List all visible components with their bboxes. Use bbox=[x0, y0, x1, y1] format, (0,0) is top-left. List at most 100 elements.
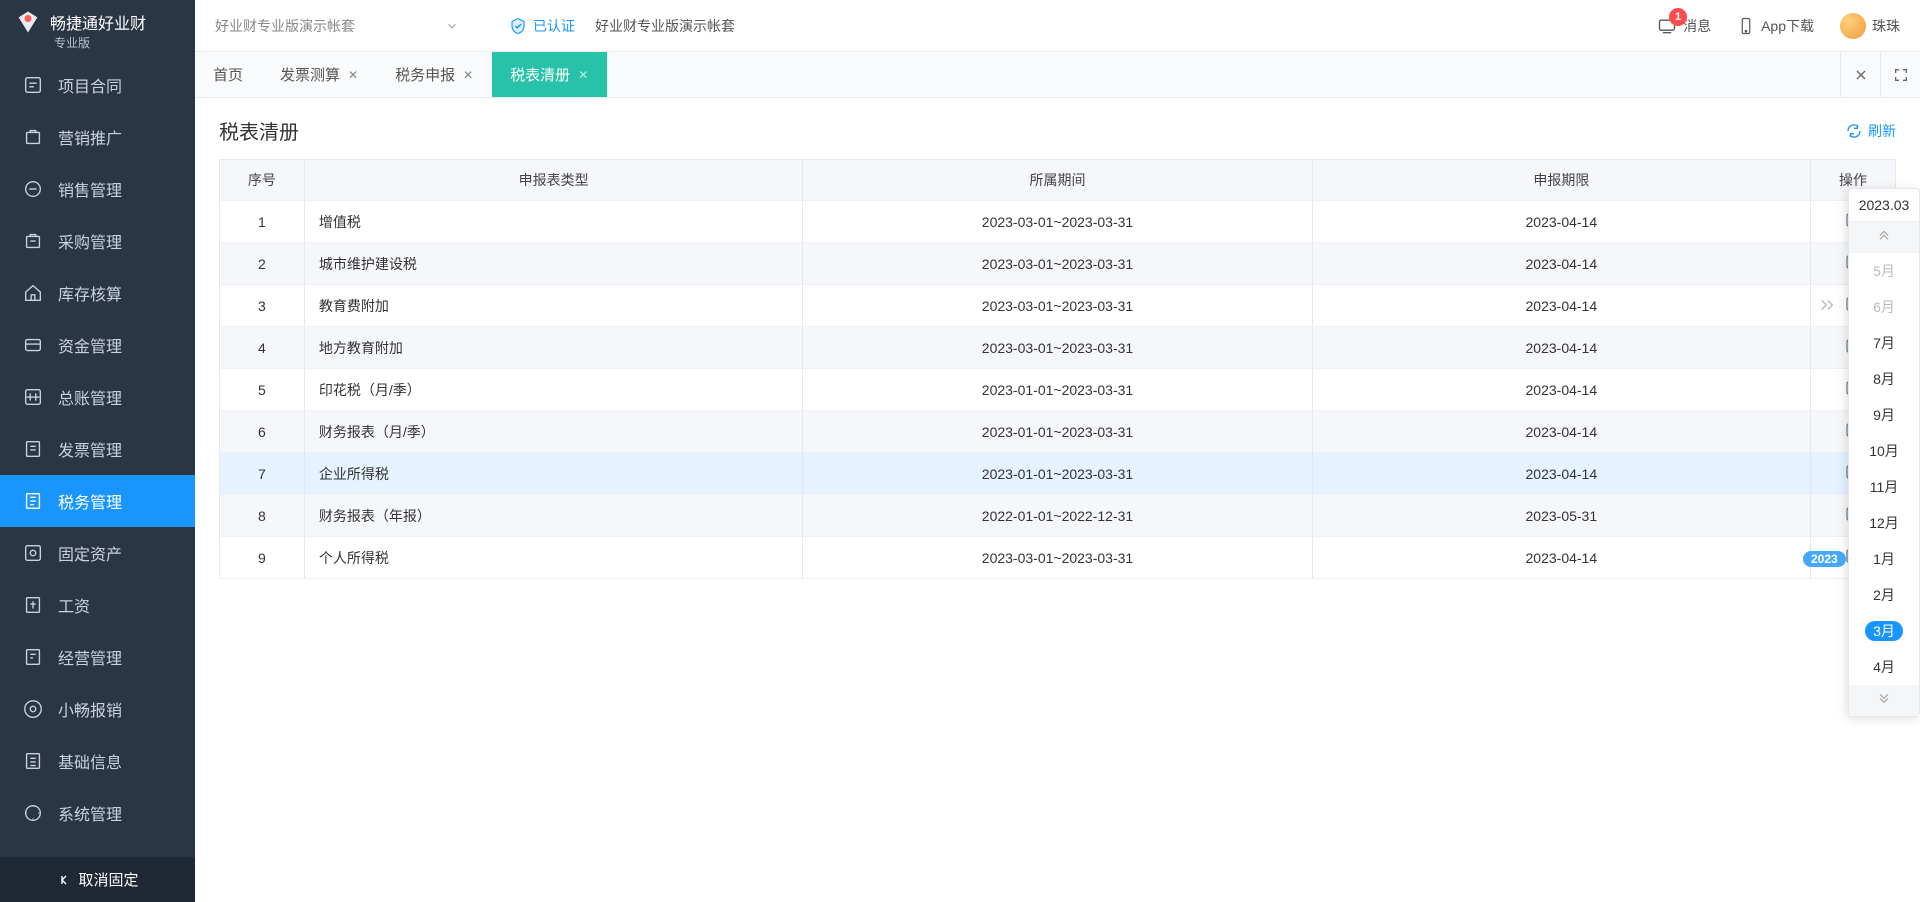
table-row[interactable]: 8财务报表（年报）2022-01-01~2022-12-312023-05-31 bbox=[220, 495, 1896, 537]
period-prev-button[interactable] bbox=[1849, 222, 1919, 253]
user-menu[interactable]: 珠珠 bbox=[1840, 13, 1900, 39]
refresh-button[interactable]: 刷新 bbox=[1846, 121, 1896, 141]
table-row[interactable]: 2城市维护建设税2023-03-01~2023-03-312023-04-14 bbox=[220, 243, 1896, 285]
cell-period: 2023-03-01~2023-03-31 bbox=[803, 201, 1312, 243]
sidebar-item-6[interactable]: 总账管理 bbox=[0, 371, 195, 423]
tab-close-icon[interactable]: ✕ bbox=[348, 68, 358, 82]
cell-type: 财务报表（月/季） bbox=[304, 411, 803, 453]
period-month[interactable]: 3月 bbox=[1849, 613, 1919, 649]
sidebar-unpin-button[interactable]: 取消固定 bbox=[0, 857, 195, 902]
nav-label: 营销推广 bbox=[58, 125, 122, 149]
main-area: 好业财专业版演示帐套 已认证 好业财专业版演示帐套 消息 1 App下载 bbox=[195, 0, 1920, 902]
sidebar-item-0[interactable]: 项目合同 bbox=[0, 59, 195, 111]
messages-label: 消息 bbox=[1683, 16, 1711, 36]
table-row[interactable]: 1增值税2023-03-01~2023-03-312023-04-14 bbox=[220, 201, 1896, 243]
nav-label: 小畅报销 bbox=[58, 697, 122, 721]
app-download-label: App下载 bbox=[1761, 16, 1814, 36]
period-expand-button[interactable] bbox=[1818, 296, 1836, 317]
period-month[interactable]: 20231月 bbox=[1849, 541, 1919, 577]
brand-edition: 专业版 bbox=[54, 34, 195, 51]
messages-button[interactable]: 消息 1 bbox=[1657, 16, 1711, 36]
sidebar-item-8[interactable]: 税务管理 bbox=[0, 475, 195, 527]
tab-close-icon[interactable]: ✕ bbox=[463, 68, 473, 82]
period-month[interactable]: 12月 bbox=[1849, 505, 1919, 541]
nav-icon bbox=[22, 646, 44, 668]
sidebar-item-2[interactable]: 销售管理 bbox=[0, 163, 195, 215]
app-download-button[interactable]: App下载 bbox=[1737, 16, 1814, 36]
period-month[interactable]: 4月 bbox=[1849, 649, 1919, 685]
table-row[interactable]: 7企业所得税2023-01-01~2023-03-312023-04-14 bbox=[220, 453, 1896, 495]
fullscreen-button[interactable] bbox=[1880, 52, 1920, 98]
sidebar-item-1[interactable]: 营销推广 bbox=[0, 111, 195, 163]
cell-type: 财务报表（年报） bbox=[304, 495, 803, 537]
cell-index: 2 bbox=[220, 243, 305, 285]
cell-type: 个人所得税 bbox=[304, 537, 803, 579]
period-month-label: 5月 bbox=[1873, 263, 1895, 279]
cell-period: 2022-01-01~2022-12-31 bbox=[803, 495, 1312, 537]
tab-close-current-button[interactable] bbox=[1840, 52, 1880, 98]
cell-index: 1 bbox=[220, 201, 305, 243]
cell-type: 地方教育附加 bbox=[304, 327, 803, 369]
th-deadline: 申报期限 bbox=[1312, 160, 1811, 201]
period-current[interactable]: 2023.03 bbox=[1849, 189, 1919, 222]
demo-account-label: 好业财专业版演示帐套 bbox=[595, 16, 735, 36]
tab-2[interactable]: 税务申报 ✕ bbox=[377, 52, 492, 97]
period-month[interactable]: 11月 bbox=[1849, 469, 1919, 505]
period-next-button[interactable] bbox=[1849, 685, 1919, 716]
period-month[interactable]: 8月 bbox=[1849, 361, 1919, 397]
nav-label: 项目合同 bbox=[58, 73, 122, 97]
nav-label: 固定资产 bbox=[58, 541, 122, 565]
sidebar-item-11[interactable]: 经营管理 bbox=[0, 631, 195, 683]
sidebar-unpin-label: 取消固定 bbox=[78, 869, 138, 890]
account-selector[interactable]: 好业财专业版演示帐套 bbox=[215, 16, 459, 36]
table-row[interactable]: 6财务报表（月/季）2023-01-01~2023-03-312023-04-1… bbox=[220, 411, 1896, 453]
sidebar-item-5[interactable]: 资金管理 bbox=[0, 319, 195, 371]
fullscreen-icon bbox=[1893, 67, 1909, 83]
sidebar-item-4[interactable]: 库存核算 bbox=[0, 267, 195, 319]
sidebar-item-3[interactable]: 采购管理 bbox=[0, 215, 195, 267]
shield-check-icon bbox=[509, 17, 527, 35]
period-year-tag: 2023 bbox=[1803, 551, 1846, 567]
sidebar-item-10[interactable]: 工资 bbox=[0, 579, 195, 631]
table-row[interactable]: 5印花税（月/季）2023-01-01~2023-03-312023-04-14 bbox=[220, 369, 1896, 411]
cell-period: 2023-03-01~2023-03-31 bbox=[803, 243, 1312, 285]
close-icon bbox=[1853, 67, 1869, 83]
nav-label: 经营管理 bbox=[58, 645, 122, 669]
period-month[interactable]: 6月 bbox=[1849, 289, 1919, 325]
period-month[interactable]: 10月 bbox=[1849, 433, 1919, 469]
period-month[interactable]: 9月 bbox=[1849, 397, 1919, 433]
period-month-label: 1月 bbox=[1873, 551, 1895, 567]
sidebar-item-9[interactable]: 固定资产 bbox=[0, 527, 195, 579]
nav-label: 库存核算 bbox=[58, 281, 122, 305]
table-row[interactable]: 9个人所得税2023-03-01~2023-03-312023-04-14 bbox=[220, 537, 1896, 579]
messages-badge: 1 bbox=[1669, 8, 1687, 26]
nav-icon bbox=[22, 282, 44, 304]
cell-deadline: 2023-04-14 bbox=[1312, 411, 1811, 453]
table-row[interactable]: 4地方教育附加2023-03-01~2023-03-312023-04-14 bbox=[220, 327, 1896, 369]
sidebar-item-7[interactable]: 发票管理 bbox=[0, 423, 195, 475]
cell-deadline: 2023-04-14 bbox=[1312, 369, 1811, 411]
tab-3[interactable]: 税表清册✕ bbox=[492, 52, 607, 97]
period-month-label: 3月 bbox=[1865, 621, 1903, 641]
tab-close-icon[interactable]: ✕ bbox=[578, 68, 588, 82]
period-month[interactable]: 5月 bbox=[1849, 253, 1919, 289]
phone-icon bbox=[1737, 17, 1755, 35]
page-title: 税表清册 bbox=[219, 116, 299, 145]
period-month[interactable]: 2月 bbox=[1849, 577, 1919, 613]
cell-index: 4 bbox=[220, 327, 305, 369]
sidebar-item-13[interactable]: 基础信息 bbox=[0, 735, 195, 787]
cell-type: 企业所得税 bbox=[304, 453, 803, 495]
cell-index: 9 bbox=[220, 537, 305, 579]
sidebar-item-14[interactable]: 系统管理 bbox=[0, 787, 195, 839]
cell-index: 5 bbox=[220, 369, 305, 411]
sidebar-item-12[interactable]: 小畅报销 bbox=[0, 683, 195, 735]
period-month[interactable]: 7月 bbox=[1849, 325, 1919, 361]
cell-deadline: 2023-04-14 bbox=[1312, 201, 1811, 243]
period-month-label: 10月 bbox=[1869, 443, 1899, 459]
table-row[interactable]: 3教育费附加2023-03-01~2023-03-312023-04-14 bbox=[220, 285, 1896, 327]
cell-period: 2023-03-01~2023-03-31 bbox=[803, 537, 1312, 579]
tab-1[interactable]: 发票测算✕ bbox=[262, 52, 377, 97]
cell-period: 2023-03-01~2023-03-31 bbox=[803, 327, 1312, 369]
tab-0[interactable]: 首页 bbox=[195, 52, 262, 97]
tab-label: 税务申报 bbox=[395, 64, 455, 85]
